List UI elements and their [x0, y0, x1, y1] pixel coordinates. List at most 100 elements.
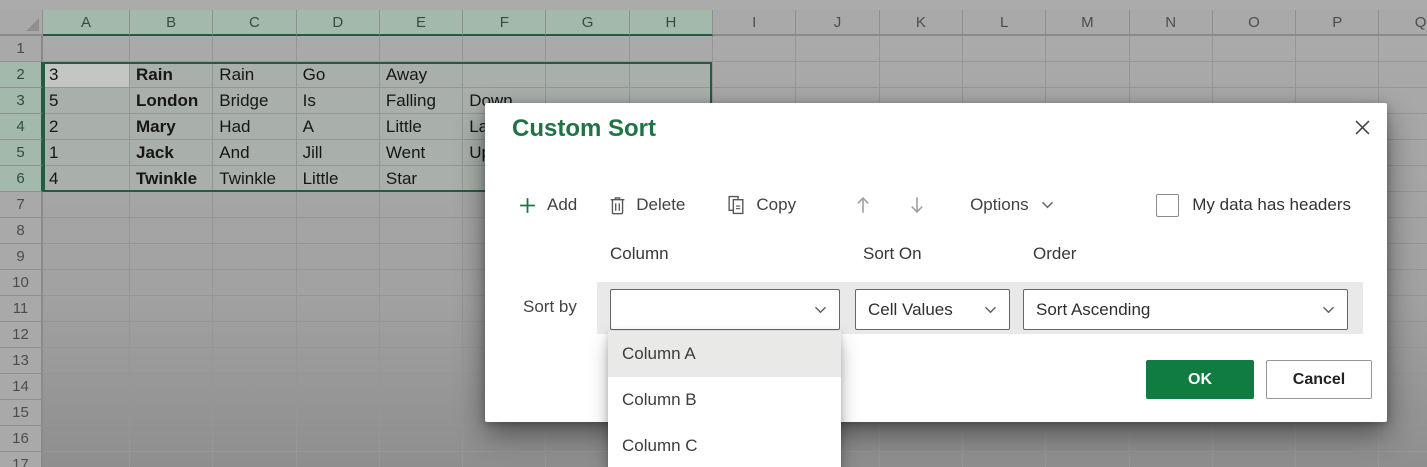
cell-B17[interactable]	[130, 452, 214, 467]
cell-B4[interactable]: Mary	[130, 114, 214, 140]
column-header-Q[interactable]: Q	[1379, 10, 1427, 36]
cell-A1[interactable]	[43, 36, 130, 62]
cell-A12[interactable]	[43, 322, 130, 348]
cell-G2[interactable]	[546, 62, 630, 88]
cell-E10[interactable]	[379, 270, 464, 296]
cell-B2[interactable]: Rain	[130, 62, 214, 88]
cell-H2[interactable]	[629, 62, 714, 88]
cell-C13[interactable]	[213, 348, 297, 374]
select-all-corner[interactable]	[0, 10, 43, 36]
column-header-I[interactable]: I	[713, 10, 797, 36]
cell-L17[interactable]	[963, 452, 1047, 467]
cell-B12[interactable]	[130, 322, 214, 348]
cell-O16[interactable]	[1212, 426, 1297, 452]
cell-P2[interactable]	[1296, 62, 1380, 88]
cell-C17[interactable]	[213, 452, 297, 467]
cell-D16[interactable]	[296, 426, 380, 452]
cell-A7[interactable]	[43, 192, 130, 218]
cell-A6[interactable]: 4	[43, 166, 130, 192]
cell-B8[interactable]	[130, 218, 214, 244]
menu-item-column-a[interactable]: Column A	[608, 331, 841, 377]
cell-A11[interactable]	[43, 296, 130, 322]
cell-D9[interactable]	[296, 244, 380, 270]
cell-O17[interactable]	[1213, 452, 1297, 467]
row-header-3[interactable]: 3	[0, 88, 43, 114]
column-header-B[interactable]: B	[130, 10, 214, 36]
cell-D14[interactable]	[296, 374, 380, 400]
cell-O2[interactable]	[1212, 62, 1297, 88]
cell-D6[interactable]: Little	[296, 166, 380, 192]
cell-M16[interactable]	[1046, 426, 1130, 452]
cell-C2[interactable]: Rain	[213, 62, 297, 88]
row-header-17[interactable]: 17	[0, 452, 43, 467]
ok-button[interactable]: OK	[1146, 360, 1254, 399]
cell-D11[interactable]	[296, 296, 380, 322]
cell-J2[interactable]	[796, 62, 880, 88]
cell-E8[interactable]	[379, 218, 464, 244]
my-data-has-headers-toggle[interactable]: My data has headers	[1156, 193, 1351, 217]
cell-E1[interactable]	[379, 36, 464, 62]
cell-N2[interactable]	[1129, 62, 1213, 88]
column-header-F[interactable]: F	[463, 10, 547, 36]
menu-item-column-c[interactable]: Column C	[608, 423, 841, 467]
cell-B1[interactable]	[130, 36, 214, 62]
cell-C8[interactable]	[213, 218, 297, 244]
cell-C5[interactable]: And	[213, 140, 297, 166]
cell-M17[interactable]	[1046, 452, 1130, 467]
cell-I1[interactable]	[713, 36, 797, 62]
cell-C15[interactable]	[213, 400, 297, 426]
cell-E9[interactable]	[379, 244, 464, 270]
column-header-E[interactable]: E	[379, 10, 464, 36]
cell-D10[interactable]	[296, 270, 380, 296]
row-header-8[interactable]: 8	[0, 218, 43, 244]
row-header-7[interactable]: 7	[0, 192, 43, 218]
cell-D8[interactable]	[296, 218, 380, 244]
cell-B3[interactable]: London	[130, 88, 214, 114]
cell-Q16[interactable]	[1379, 426, 1427, 452]
cell-K17[interactable]	[880, 452, 963, 467]
column-header-L[interactable]: L	[962, 10, 1047, 36]
cell-C9[interactable]	[213, 244, 297, 270]
cell-D5[interactable]: Jill	[296, 140, 380, 166]
cell-D7[interactable]	[296, 192, 380, 218]
cell-K16[interactable]	[879, 426, 963, 452]
cell-N1[interactable]	[1129, 36, 1213, 62]
row-header-12[interactable]: 12	[0, 322, 43, 348]
row-header-2[interactable]: 2	[0, 62, 43, 88]
cell-A2[interactable]: 3	[43, 62, 130, 88]
cell-Q17[interactable]	[1379, 452, 1427, 467]
cell-G1[interactable]	[546, 36, 630, 62]
cell-K1[interactable]	[879, 36, 963, 62]
cell-C3[interactable]: Bridge	[213, 88, 297, 114]
cell-C10[interactable]	[213, 270, 297, 296]
cell-D3[interactable]: Is	[296, 88, 380, 114]
cell-D4[interactable]: A	[296, 114, 380, 140]
cell-A9[interactable]	[43, 244, 130, 270]
cell-D13[interactable]	[296, 348, 380, 374]
cell-A4[interactable]: 2	[43, 114, 130, 140]
cell-J1[interactable]	[796, 36, 880, 62]
cell-N16[interactable]	[1129, 426, 1213, 452]
column-header-C[interactable]: C	[213, 10, 297, 36]
cell-A5[interactable]: 1	[43, 140, 130, 166]
cell-E11[interactable]	[379, 296, 464, 322]
row-header-1[interactable]: 1	[0, 36, 43, 62]
cell-E16[interactable]	[379, 426, 464, 452]
cell-B14[interactable]	[130, 374, 214, 400]
cell-P16[interactable]	[1296, 426, 1380, 452]
row-header-4[interactable]: 4	[0, 114, 43, 140]
cell-C6[interactable]: Twinkle	[213, 166, 297, 192]
cell-L16[interactable]	[962, 426, 1047, 452]
cell-E7[interactable]	[379, 192, 464, 218]
column-header-J[interactable]: J	[796, 10, 880, 36]
cell-A8[interactable]	[43, 218, 130, 244]
column-header-G[interactable]: G	[546, 10, 630, 36]
cell-D12[interactable]	[296, 322, 380, 348]
cell-B15[interactable]	[130, 400, 214, 426]
cell-L2[interactable]	[962, 62, 1047, 88]
cell-E4[interactable]: Little	[379, 114, 464, 140]
cell-C16[interactable]	[213, 426, 297, 452]
cell-Q1[interactable]	[1379, 36, 1427, 62]
cell-N17[interactable]	[1130, 452, 1213, 467]
row-header-9[interactable]: 9	[0, 244, 43, 270]
